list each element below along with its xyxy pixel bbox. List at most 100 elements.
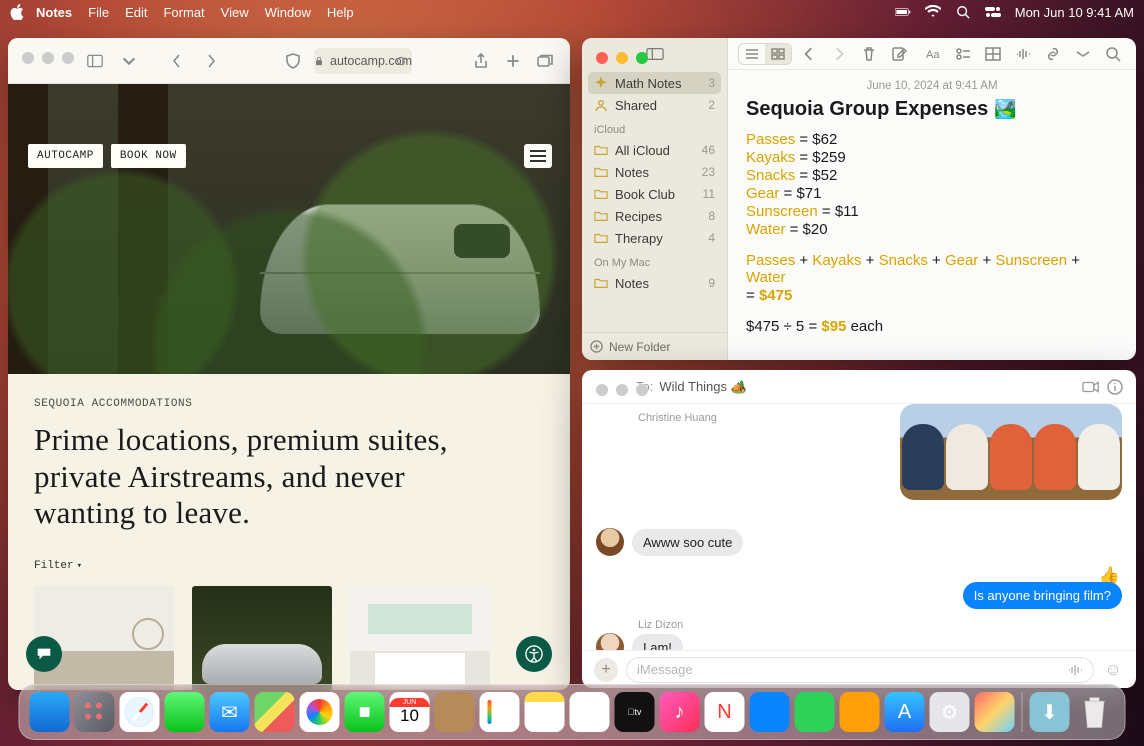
new-folder-button[interactable]: New Folder [582, 332, 727, 360]
menu-app-name[interactable]: Notes [36, 5, 72, 20]
spotlight-icon[interactable] [955, 5, 971, 19]
message-bubble[interactable]: Awww soo cute [632, 529, 743, 556]
safari-traffic-lights[interactable] [22, 52, 74, 64]
gallery-view-icon[interactable] [765, 44, 791, 64]
accessibility-fab-icon[interactable] [516, 636, 552, 672]
dock-app-maps[interactable] [255, 692, 295, 732]
table-icon[interactable] [980, 43, 1006, 65]
dock-app-finder[interactable] [30, 692, 70, 732]
refresh-icon[interactable] [396, 56, 406, 66]
accommodation-card[interactable] [350, 586, 490, 690]
avatar[interactable] [596, 633, 624, 650]
dock-app-launch[interactable] [75, 692, 115, 732]
facetime-video-icon[interactable] [1082, 379, 1100, 395]
tabs-overview-icon[interactable] [532, 50, 558, 72]
chevron-down-icon[interactable] [116, 50, 142, 72]
dock-app-messages[interactable] [165, 692, 205, 732]
waveform-icon[interactable] [1067, 662, 1083, 678]
avatar[interactable] [596, 528, 624, 556]
address-bar[interactable]: autocamp.com [314, 48, 412, 74]
sidebar-item-all-icloud[interactable]: All iCloud46 [588, 139, 721, 161]
menu-help[interactable]: Help [327, 5, 354, 20]
wifi-icon[interactable] [925, 5, 941, 19]
dock-app-keynote[interactable] [750, 692, 790, 732]
accommodation-card[interactable] [34, 586, 174, 690]
conversation-scroll[interactable]: Christine HuangAwww soo cute👍Is anyone b… [582, 404, 1136, 650]
dock-app-tv[interactable]: tv [615, 692, 655, 732]
notes-traffic-lights[interactable] [596, 52, 648, 64]
book-now-button[interactable]: BOOK NOW [111, 144, 186, 168]
note-body[interactable]: June 10, 2024 at 9:41 AM Sequoia Group E… [728, 70, 1136, 346]
control-center-icon[interactable] [985, 5, 1001, 19]
link-icon[interactable] [1040, 43, 1066, 65]
message-input[interactable]: iMessage [626, 657, 1094, 683]
menubar-clock[interactable]: Mon Jun 10 9:41 AM [1015, 5, 1134, 20]
sidebar-toggle-icon[interactable] [82, 50, 108, 72]
audio-note-icon[interactable] [1010, 43, 1036, 65]
image-attachment[interactable] [900, 404, 1122, 500]
sidebar-toggle-icon[interactable] [646, 47, 664, 61]
message-bubble[interactable]: Is anyone bringing film? [963, 582, 1122, 609]
dock-app-freeform[interactable]: 〰 [570, 692, 610, 732]
more-icon[interactable] [1070, 43, 1096, 65]
message-bubble[interactable]: I am! [632, 634, 683, 650]
dock-app-contacts[interactable] [435, 692, 475, 732]
menu-edit[interactable]: Edit [125, 5, 147, 20]
sidebar-item-shared[interactable]: Shared2 [588, 94, 721, 116]
battery-icon[interactable] [895, 5, 911, 19]
sidebar-item-notes[interactable]: Notes23 [588, 161, 721, 183]
dock-trash[interactable] [1075, 692, 1115, 732]
format-text-icon[interactable]: Aa [920, 43, 946, 65]
attach-plus-icon[interactable]: + [594, 658, 618, 682]
dock-app-notes[interactable] [525, 692, 565, 732]
search-icon[interactable] [1100, 43, 1126, 65]
privacy-shield-icon[interactable] [280, 50, 306, 72]
dock-app-mail[interactable]: ✉︎ [210, 692, 250, 732]
conversation-title[interactable]: Wild Things 🏕️ [659, 379, 746, 395]
accommodation-card[interactable] [192, 586, 332, 690]
list-view-icon[interactable] [739, 44, 765, 64]
dock-app-reminders[interactable] [480, 692, 520, 732]
sidebar-item-count: 23 [702, 165, 715, 179]
emoji-picker-icon[interactable]: ☺︎ [1102, 660, 1124, 680]
menu-format[interactable]: Format [163, 5, 204, 20]
filter-dropdown[interactable]: Filter [34, 560, 544, 572]
dock-app-numbers[interactable] [795, 692, 835, 732]
compose-note-icon[interactable] [886, 43, 912, 65]
sidebar-item-math-notes[interactable]: Math Notes3 [588, 72, 721, 94]
checklist-icon[interactable] [950, 43, 976, 65]
view-mode-segment[interactable] [738, 43, 792, 65]
sidebar-item-recipes[interactable]: Recipes8 [588, 205, 721, 227]
sidebar-item-notes[interactable]: Notes9 [588, 272, 721, 294]
hamburger-menu-icon[interactable] [524, 144, 552, 168]
new-tab-icon[interactable] [500, 50, 526, 72]
dock-app-news[interactable]: N [705, 692, 745, 732]
menu-file[interactable]: File [88, 5, 109, 20]
sidebar-item-book-club[interactable]: Book Club11 [588, 183, 721, 205]
dock-app-cal[interactable]: JUN10 [390, 692, 430, 732]
dock-app-facetime[interactable]: ■ [345, 692, 385, 732]
dock-app-settings[interactable]: ⚙︎ [930, 692, 970, 732]
forward-icon[interactable] [826, 43, 852, 65]
dock-app-photos[interactable] [300, 692, 340, 732]
share-icon[interactable] [468, 50, 494, 72]
menu-view[interactable]: View [221, 5, 249, 20]
forward-icon[interactable] [198, 50, 224, 72]
dock-app-store[interactable]: A [885, 692, 925, 732]
dock-app-pages[interactable] [840, 692, 880, 732]
dock-dl[interactable]: ⬇︎ [1030, 692, 1070, 732]
sidebar-item-therapy[interactable]: Therapy4 [588, 227, 721, 249]
messages-traffic-lights[interactable] [596, 384, 648, 396]
menu-window[interactable]: Window [265, 5, 311, 20]
info-icon[interactable] [1106, 379, 1124, 395]
dock-app-mirror[interactable] [975, 692, 1015, 732]
trash-icon[interactable] [856, 43, 882, 65]
dock-app-safari[interactable] [120, 692, 160, 732]
apple-logo-icon[interactable] [10, 4, 26, 20]
back-icon[interactable] [164, 50, 190, 72]
brand-logo[interactable]: AUTOCAMP [28, 144, 103, 168]
back-icon[interactable] [796, 43, 822, 65]
dock-app-music[interactable]: ♪ [660, 692, 700, 732]
note-title: Sequoia Group Expenses 🏞️ [746, 98, 1118, 121]
chat-fab-icon[interactable] [26, 636, 62, 672]
